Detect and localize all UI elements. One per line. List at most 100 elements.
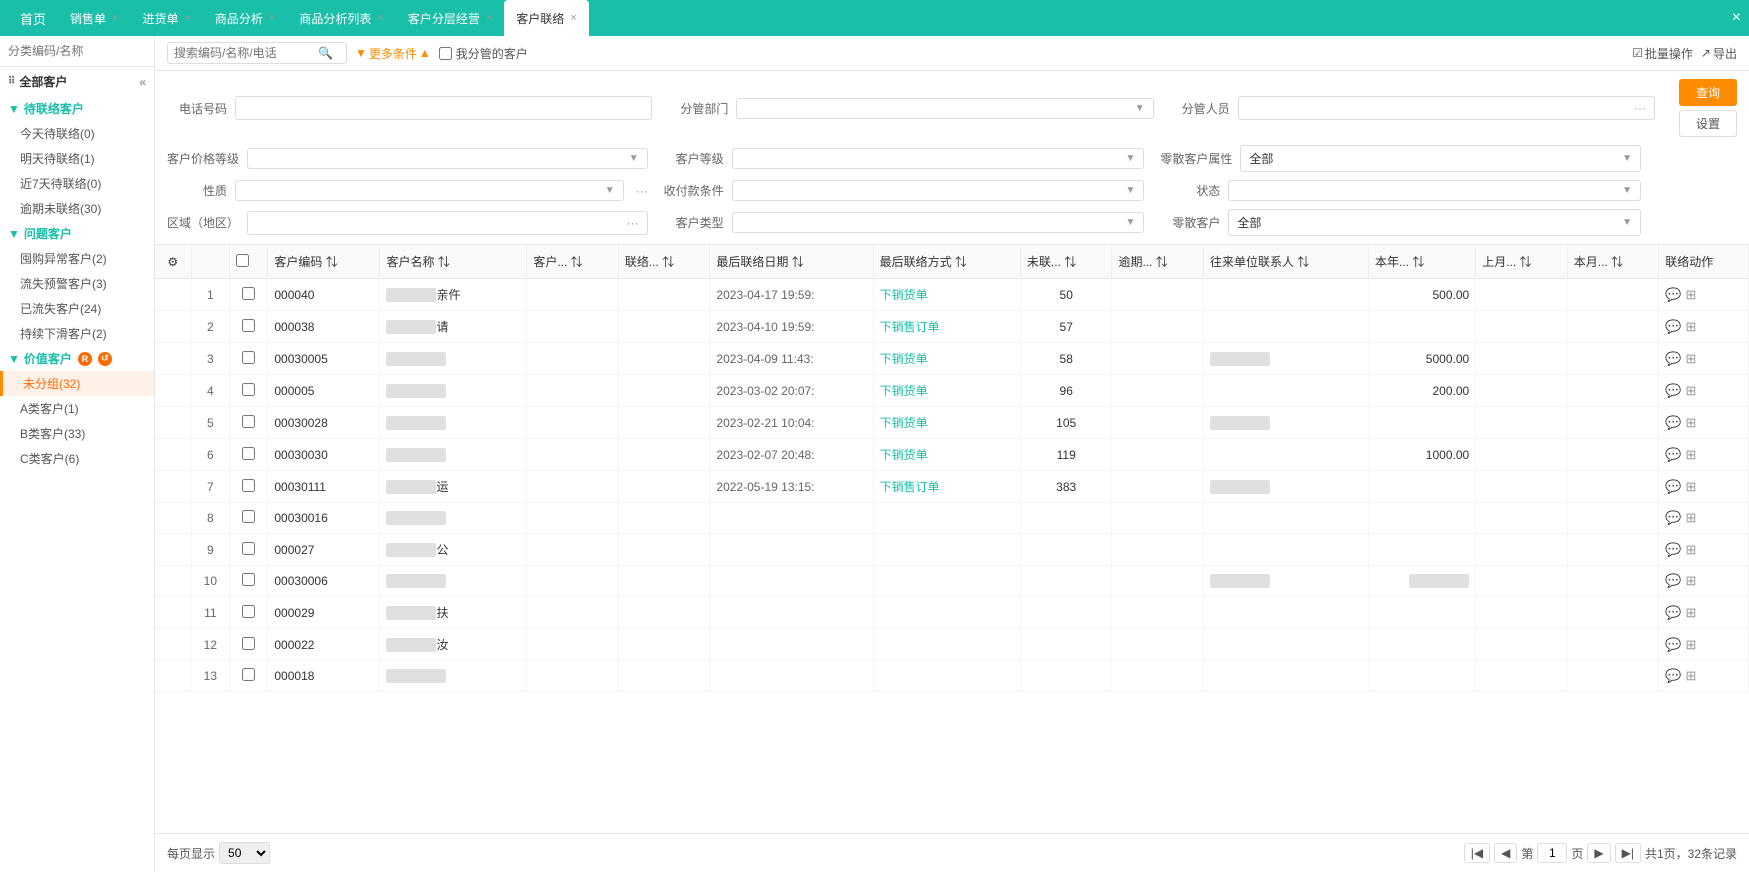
tab-purchase[interactable]: 进货单 × (130, 0, 202, 36)
last-month-col-header[interactable]: 上月... ⇅ (1476, 245, 1568, 279)
row-checkbox[interactable] (242, 287, 255, 300)
this-month-col-header[interactable]: 本月... ⇅ (1567, 245, 1659, 279)
row-checkbox[interactable] (242, 319, 255, 332)
sidebar-item-abnormal[interactable]: 囤购异常客户(2) (0, 246, 154, 271)
my-customers-checkbox[interactable]: 我分管的客户 (439, 45, 528, 62)
row-checkbox-cell[interactable] (230, 375, 268, 407)
filter-more-btn[interactable]: ▼ 更多条件 ▲ (355, 45, 431, 62)
grid-action-icon[interactable]: ⊞ (1685, 447, 1696, 463)
tab-customer-segment[interactable]: 客户分层经营 × (396, 0, 504, 36)
tab-home[interactable]: 首页 (8, 0, 58, 36)
sidebar-item-overdue[interactable]: 逾期未联络(30) (0, 196, 154, 221)
contact-method-link[interactable]: 下销货单 (880, 352, 928, 366)
contact-col-header[interactable]: 联络... ⇅ (618, 245, 710, 279)
select-all-checkbox[interactable] (236, 254, 249, 267)
row-checkbox-cell[interactable] (230, 343, 268, 375)
chat-icon[interactable]: 💬 (1665, 542, 1681, 558)
contact-method-link[interactable]: 下销货单 (880, 288, 928, 302)
unit-contact-col-header[interactable]: 往来单位联系人 ⇅ (1204, 245, 1369, 279)
last-method-col-header[interactable]: 最后联络方式 ⇅ (873, 245, 1020, 279)
dept-select[interactable]: ▼ (736, 98, 1153, 119)
name-col-header[interactable]: 客户名称 ⇅ (380, 245, 527, 279)
sidebar-item-week-pending[interactable]: 近7天待联络(0) (0, 171, 154, 196)
sidebar-item-ungrouped[interactable]: 未分组(32) (0, 371, 154, 396)
row-checkbox-cell[interactable] (230, 407, 268, 439)
checkbox-col-header[interactable] (230, 245, 268, 279)
chat-icon[interactable]: 💬 (1665, 383, 1681, 399)
person-select[interactable]: ··· (1238, 96, 1655, 120)
contact-method-link[interactable]: 下销货单 (880, 416, 928, 430)
contact-method-link[interactable]: 下销货单 (880, 448, 928, 462)
row-checkbox[interactable] (242, 573, 255, 586)
grid-action-icon[interactable]: ⊞ (1685, 351, 1696, 367)
no-contact-col-header[interactable]: 未联... ⇅ (1020, 245, 1112, 279)
all-customers-header[interactable]: ⠿ 全部客户 « (0, 67, 154, 96)
query-button[interactable]: 查询 (1679, 79, 1737, 106)
row-checkbox[interactable] (242, 415, 255, 428)
person-more-icon[interactable]: ··· (1634, 101, 1646, 115)
first-page-btn[interactable]: |◀ (1464, 843, 1490, 863)
tab-product-analysis[interactable]: 商品分析 × (203, 0, 287, 36)
status-select[interactable]: ▼ (1228, 180, 1641, 201)
row-checkbox-cell[interactable] (230, 566, 268, 597)
scatter-attr-select[interactable]: 全部 ▼ (1240, 145, 1641, 172)
close-customer-contact-icon[interactable]: × (570, 12, 576, 24)
sidebar-item-declining[interactable]: 持续下滑客户(2) (0, 321, 154, 346)
row-checkbox[interactable] (242, 510, 255, 523)
nav-close-icon[interactable]: × (1732, 9, 1741, 27)
row-checkbox-cell[interactable] (230, 534, 268, 566)
row-checkbox-cell[interactable] (230, 661, 268, 692)
row-checkbox-cell[interactable] (230, 439, 268, 471)
last-page-btn[interactable]: ▶| (1615, 843, 1641, 863)
prev-page-btn[interactable]: ◀ (1494, 843, 1517, 863)
sidebar-item-tomorrow-pending[interactable]: 明天待联络(1) (0, 146, 154, 171)
reset-button[interactable]: 设置 (1679, 110, 1737, 137)
grid-action-icon[interactable]: ⊞ (1685, 287, 1696, 303)
code-col-header[interactable]: 客户编码 ⇅ (268, 245, 380, 279)
close-customer-segment-icon[interactable]: × (486, 12, 492, 24)
chat-icon[interactable]: 💬 (1665, 573, 1681, 589)
sidebar-item-churn-warning[interactable]: 流失预警客户(3) (0, 271, 154, 296)
nature-more-icon[interactable]: ··· (636, 184, 648, 198)
row-checkbox-cell[interactable] (230, 503, 268, 534)
row-checkbox[interactable] (242, 605, 255, 618)
grid-action-icon[interactable]: ⊞ (1685, 668, 1696, 684)
chat-icon[interactable]: 💬 (1665, 668, 1681, 684)
batch-operation-btn[interactable]: ☑ 批量操作 (1632, 45, 1693, 62)
row-checkbox-cell[interactable] (230, 279, 268, 311)
contact-method-link[interactable]: 下销货单 (880, 384, 928, 398)
export-btn[interactable]: ↗ 导出 (1701, 45, 1737, 62)
grid-action-icon[interactable]: ⊞ (1685, 573, 1696, 589)
customer-level-select[interactable]: ▼ (732, 148, 1145, 169)
tab-product-analysis-list[interactable]: 商品分析列表 × (287, 0, 395, 36)
grid-action-icon[interactable]: ⊞ (1685, 319, 1696, 335)
row-checkbox[interactable] (242, 479, 255, 492)
search-icon[interactable]: 🔍 (318, 46, 333, 60)
chat-icon[interactable]: 💬 (1665, 510, 1681, 526)
close-product-analysis-icon[interactable]: × (269, 12, 275, 24)
sidebar-item-class-a[interactable]: A类客户(1) (0, 396, 154, 421)
grid-action-icon[interactable]: ⊞ (1685, 637, 1696, 653)
sidebar-item-churned[interactable]: 已流失客户(24) (0, 296, 154, 321)
sidebar-item-today-pending[interactable]: 今天待联络(0) (0, 121, 154, 146)
close-purchase-icon[interactable]: × (184, 12, 190, 24)
my-customers-check[interactable] (439, 47, 452, 60)
row-checkbox-cell[interactable] (230, 311, 268, 343)
row-checkbox-cell[interactable] (230, 629, 268, 661)
settings-col-header[interactable]: ⚙ (155, 245, 191, 279)
chat-icon[interactable]: 💬 (1665, 479, 1681, 495)
region-more-icon[interactable]: ··· (627, 216, 639, 230)
chat-icon[interactable]: 💬 (1665, 415, 1681, 431)
main-search-input[interactable] (174, 46, 314, 60)
row-checkbox[interactable] (242, 637, 255, 650)
row-checkbox[interactable] (242, 542, 255, 555)
row-checkbox[interactable] (242, 383, 255, 396)
chat-icon[interactable]: 💬 (1665, 351, 1681, 367)
sidebar-search-input[interactable] (8, 44, 155, 58)
row-checkbox-cell[interactable] (230, 471, 268, 503)
price-level-select[interactable]: ▼ (247, 148, 648, 169)
grid-action-icon[interactable]: ⊞ (1685, 479, 1696, 495)
contact-method-link[interactable]: 下销售订单 (880, 480, 940, 494)
overdue-col-header[interactable]: 逾期... ⇅ (1112, 245, 1204, 279)
customer-type-select[interactable]: ▼ (732, 212, 1145, 233)
